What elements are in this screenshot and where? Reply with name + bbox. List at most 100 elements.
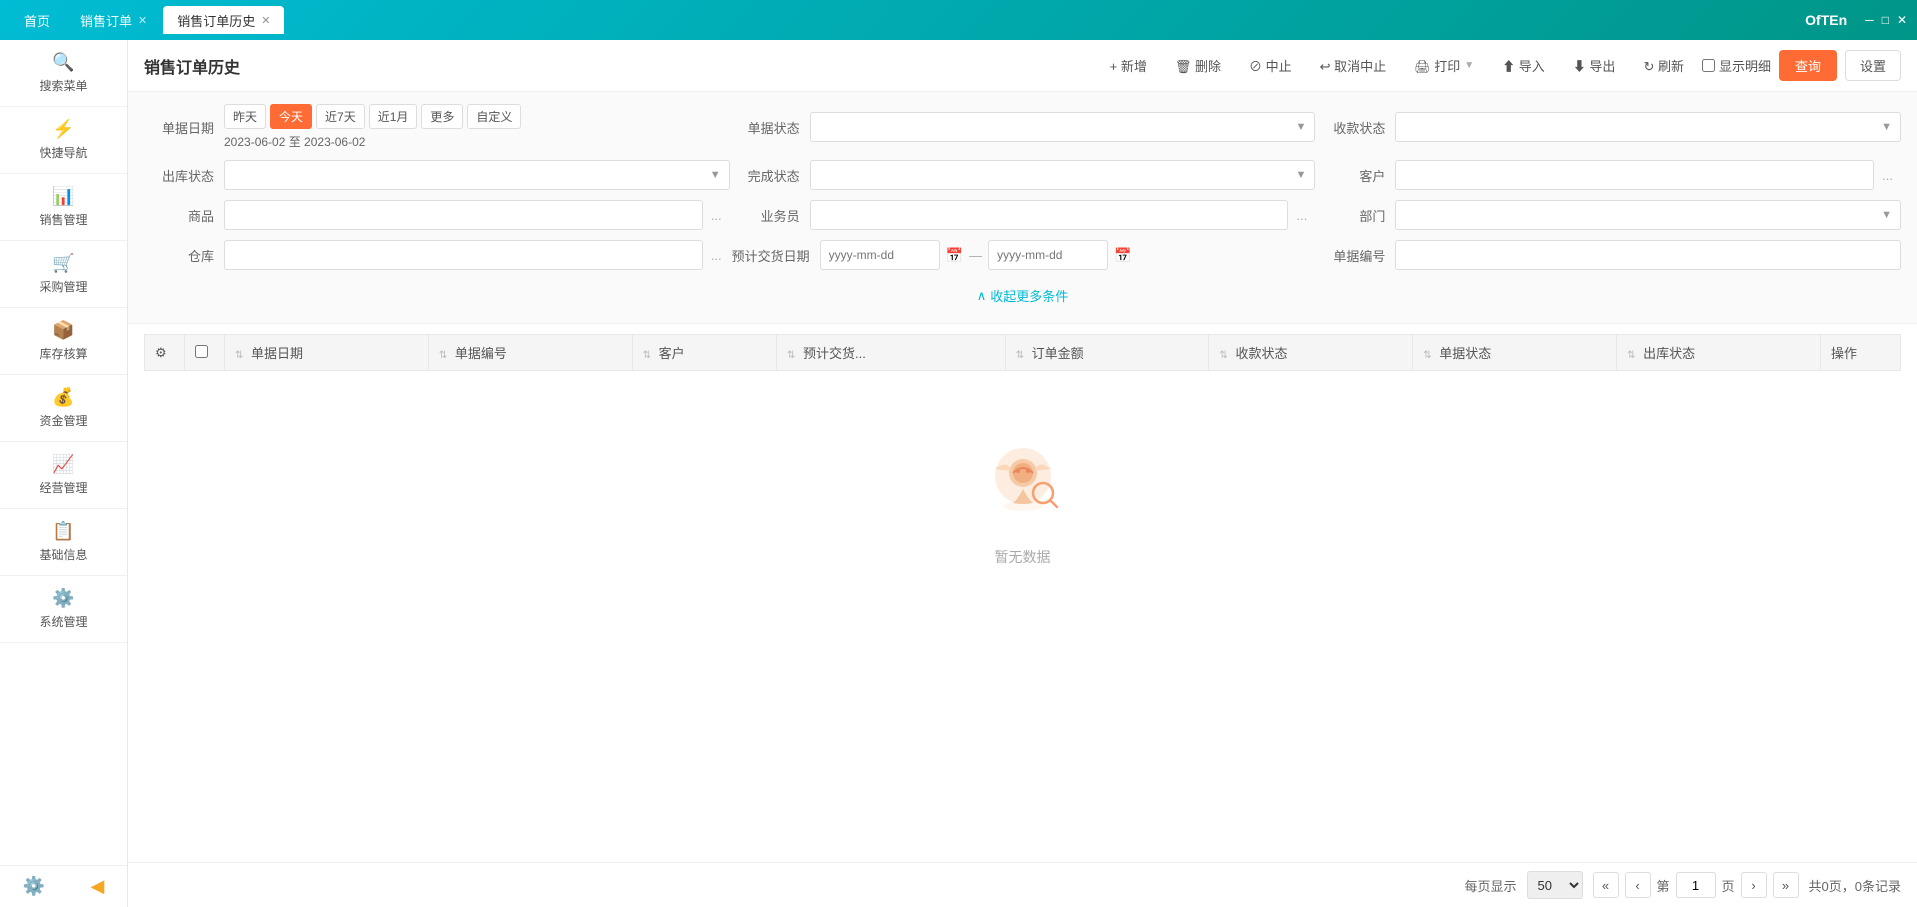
minimize-btn[interactable]: ─ [1865, 13, 1874, 27]
sidebar-bottom: ⚙️ ◀ [0, 865, 127, 907]
warehouse-status-select[interactable]: ▼ [224, 160, 730, 190]
filter-row-3: 商品 ... 业务员 ... 部门 ▼ [144, 200, 1901, 230]
date-buttons: 昨天 今天 近7天 近1月 更多 自定义 [224, 104, 521, 129]
warehouse-label: 仓库 [144, 246, 224, 265]
warehouse-dots[interactable]: ... [703, 248, 730, 263]
maximize-btn[interactable]: □ [1882, 13, 1889, 27]
page-word: 页 [1722, 876, 1735, 895]
order-status-arrow: ▼ [1295, 121, 1306, 133]
next-page-btn[interactable]: › [1741, 872, 1767, 898]
department-select[interactable]: ▼ [1395, 200, 1901, 230]
tab-history-close[interactable]: ✕ [261, 14, 270, 27]
date-btn-yesterday[interactable]: 昨天 [224, 104, 266, 129]
new-button[interactable]: + 新增 [1100, 51, 1157, 80]
th-number[interactable]: ⇅ 单据编号 [428, 335, 632, 371]
current-page-input[interactable]: 1 [1676, 872, 1716, 898]
tab-sales-order-close[interactable]: ✕ [138, 14, 147, 27]
customer-label: 客户 [1315, 166, 1395, 185]
th-warehouse-status[interactable]: ⇅ 出库状态 [1617, 335, 1821, 371]
payment-status-select[interactable]: ▼ [1395, 112, 1901, 142]
th-expected-date[interactable]: ⇅ 预计交货... [776, 335, 1005, 371]
date-label: 单据日期 [144, 118, 224, 137]
order-status-select[interactable]: ▼ [810, 112, 1316, 142]
sidebar-item-purchase-mgmt[interactable]: 🛒 采购管理 [0, 241, 127, 308]
refresh-button[interactable]: ↻ 刷新 [1633, 51, 1694, 80]
cancel-stop-button[interactable]: ↩ 取消中止 [1310, 51, 1397, 80]
sort-icons-number: ⇅ [439, 350, 447, 361]
customer-input[interactable] [1395, 160, 1874, 190]
th-settings[interactable]: ⚙ [145, 335, 185, 371]
delete-button[interactable]: 🗑 删除 [1165, 51, 1231, 80]
warehouse-status-arrow: ▼ [710, 169, 721, 181]
payment-status-label: 收款状态 [1315, 118, 1395, 137]
page-title: 销售订单历史 [144, 54, 240, 78]
tab-home[interactable]: 首页 [10, 6, 64, 34]
collapse-label: 收起更多条件 [990, 286, 1068, 305]
filter-row-2: 出库状态 ▼ 完成状态 ▼ 客户 ... [144, 160, 1901, 190]
toolbar: + 新增 🗑 删除 ⊘ 中止 ↩ 取消中止 🖨 打印 ▼ ⬆ 导入 [1100, 50, 1901, 81]
warehouse-input[interactable] [224, 240, 703, 270]
cancel-stop-button-label: ↩ 取消中止 [1320, 56, 1387, 75]
product-dots[interactable]: ... [703, 208, 730, 223]
import-button[interactable]: ⬆ 导入 [1492, 51, 1555, 80]
last-page-btn[interactable]: » [1773, 872, 1799, 898]
sidebar-item-search-menu[interactable]: 🔍 搜索菜单 [0, 40, 127, 107]
sidebar-item-basic-info[interactable]: 📋 基础信息 [0, 509, 127, 576]
tab-sales-order-history[interactable]: 销售订单历史 ✕ [163, 6, 284, 34]
prev-page-btn[interactable]: ‹ [1625, 872, 1651, 898]
product-input[interactable] [224, 200, 703, 230]
date-btn-1month[interactable]: 近1月 [369, 104, 418, 129]
show-detail-checkbox[interactable] [1702, 59, 1715, 72]
expected-date-to[interactable] [988, 240, 1108, 270]
date-btn-custom[interactable]: 自定义 [467, 104, 521, 129]
salesperson-label: 业务员 [730, 206, 810, 225]
sidebar-item-operations[interactable]: 📈 经营管理 [0, 442, 127, 509]
tab-sales-order[interactable]: 销售订单 ✕ [66, 6, 161, 34]
th-number-label: 单据编号 [455, 346, 507, 361]
th-amount[interactable]: ⇅ 订单金额 [1005, 335, 1209, 371]
collapse-bar[interactable]: ∧ 收起更多条件 [144, 280, 1901, 311]
th-customer[interactable]: ⇅ 客户 [632, 335, 776, 371]
customer-dots[interactable]: ... [1874, 168, 1901, 183]
sidebar-item-quick-nav[interactable]: ⚡ 快捷导航 [0, 107, 127, 174]
close-btn[interactable]: ✕ [1897, 13, 1907, 27]
main-layout: 🔍 搜索菜单 ⚡ 快捷导航 📊 销售管理 🛒 采购管理 📦 库存核算 💰 资金管… [0, 40, 1917, 907]
setting-button[interactable]: 设置 [1845, 50, 1901, 81]
th-order-status[interactable]: ⇅ 单据状态 [1413, 335, 1617, 371]
pagination: « ‹ 第 1 页 › » [1593, 872, 1799, 898]
search-button[interactable]: 查询 [1779, 50, 1837, 81]
cal-to-icon[interactable]: 📅 [1114, 247, 1131, 264]
inventory-icon: 📦 [52, 320, 74, 341]
first-page-btn[interactable]: « [1593, 872, 1619, 898]
sidebar-collapse-icon[interactable]: ◀ [90, 876, 104, 897]
th-payment-status[interactable]: ⇅ 收款状态 [1209, 335, 1413, 371]
cal-from-icon[interactable]: 📅 [946, 247, 963, 264]
sidebar-item-sales-mgmt[interactable]: 📊 销售管理 [0, 174, 127, 241]
page-size-select[interactable]: 50 10 20 100 [1527, 871, 1583, 899]
sidebar-item-inventory[interactable]: 📦 库存核算 [0, 308, 127, 375]
sidebar-item-finance[interactable]: 💰 资金管理 [0, 375, 127, 442]
tab-history-label: 销售订单历史 [177, 11, 255, 30]
sidebar-item-quick-nav-label: 快捷导航 [39, 144, 87, 161]
order-number-input[interactable] [1395, 240, 1901, 270]
complete-status-select[interactable]: ▼ [810, 160, 1316, 190]
th-payment-status-label: 收款状态 [1235, 346, 1287, 361]
expected-date-from[interactable] [820, 240, 940, 270]
export-button[interactable]: ⬇ 导出 [1563, 51, 1626, 80]
print-button[interactable]: 🖨 打印 ▼ [1404, 51, 1484, 80]
sort-icons-customer: ⇅ [643, 350, 651, 361]
date-btn-today[interactable]: 今天 [270, 104, 312, 129]
sidebar: 🔍 搜索菜单 ⚡ 快捷导航 📊 销售管理 🛒 采购管理 📦 库存核算 💰 资金管… [0, 40, 128, 907]
stop-button[interactable]: ⊘ 中止 [1239, 51, 1302, 80]
filter-cell-salesperson: 业务员 ... [730, 200, 1316, 230]
salesperson-dots[interactable]: ... [1288, 208, 1315, 223]
th-date[interactable]: ⇅ 单据日期 [225, 335, 429, 371]
show-detail-checkbox-wrap[interactable]: 显示明细 [1702, 56, 1771, 75]
salesperson-input[interactable] [810, 200, 1289, 230]
date-btn-7days[interactable]: 近7天 [316, 104, 365, 129]
select-all-checkbox[interactable] [195, 345, 208, 358]
date-btn-more[interactable]: 更多 [421, 104, 463, 129]
th-checkbox[interactable] [185, 335, 225, 371]
sidebar-settings-icon[interactable]: ⚙️ [23, 876, 45, 897]
sidebar-item-system-mgmt[interactable]: ⚙️ 系统管理 [0, 576, 127, 643]
